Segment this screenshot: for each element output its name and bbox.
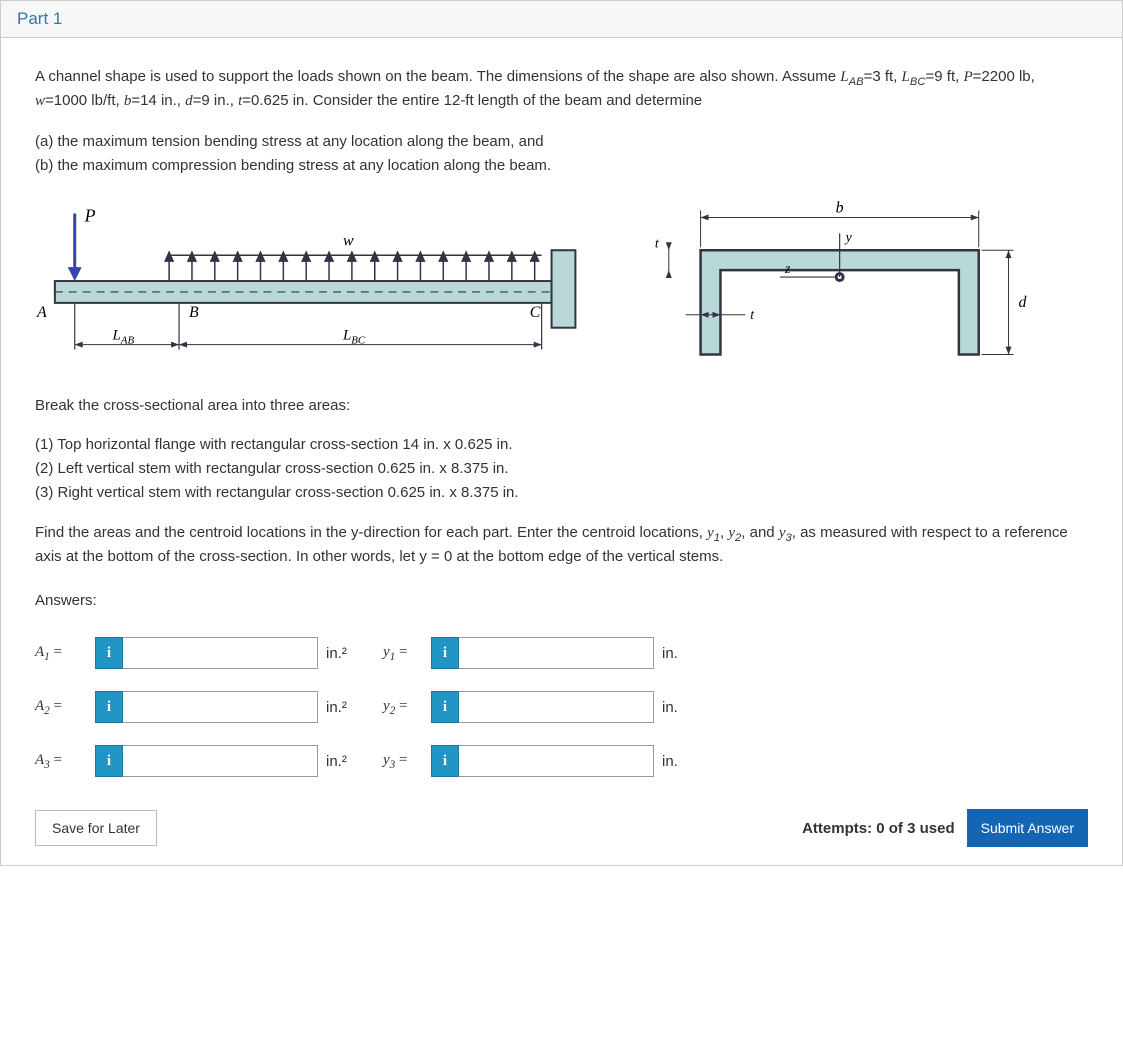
- label-t2: t: [750, 307, 755, 322]
- label-d: d: [1018, 293, 1026, 310]
- submit-answer-button[interactable]: Submit Answer: [967, 809, 1088, 847]
- info-icon[interactable]: i: [431, 745, 459, 777]
- label-b: b: [836, 199, 844, 216]
- var-label-A: A1 =: [35, 642, 95, 665]
- save-for-later-button[interactable]: Save for Later: [35, 810, 157, 846]
- unit-label: in.²: [318, 643, 383, 665]
- text: =2200 lb,: [973, 68, 1035, 85]
- unit-label: in.²: [318, 751, 383, 773]
- var-d: d: [185, 93, 193, 109]
- var-y2: y: [728, 525, 735, 541]
- area-input-2[interactable]: [123, 691, 318, 723]
- content-area: A channel shape is used to support the l…: [1, 38, 1122, 865]
- cross-section: b y z t t: [655, 199, 1027, 354]
- w-arrows: [165, 252, 539, 280]
- wall: [552, 250, 576, 327]
- footer-row: Save for Later Attempts: 0 of 3 used Sub…: [35, 809, 1088, 847]
- unit-label: in.: [654, 697, 719, 719]
- attempts-text: Attempts: 0 of 3 used: [802, 818, 955, 840]
- var-LBC-sub: BC: [910, 76, 926, 88]
- part-header: Part 1: [1, 1, 1122, 38]
- label-LAB: LAB: [111, 327, 134, 346]
- area-input-3[interactable]: [123, 745, 318, 777]
- intro-paragraph: A channel shape is used to support the l…: [35, 66, 1088, 113]
- label-t1: t: [655, 236, 660, 251]
- footer-right: Attempts: 0 of 3 used Submit Answer: [802, 809, 1088, 847]
- answers-label: Answers:: [35, 590, 1088, 612]
- answer-row: A3 =iin.²y3 =iin.: [35, 745, 1088, 777]
- subquestions: (a) the maximum tension bending stress a…: [35, 131, 1088, 177]
- centroid-input-2[interactable]: [459, 691, 654, 723]
- var-w: w: [35, 93, 45, 109]
- text: =9 in.,: [193, 92, 238, 109]
- label-LBC: LBC: [342, 327, 366, 346]
- var-y1: y: [707, 525, 714, 541]
- var-label-A: A2 =: [35, 696, 95, 719]
- item-1: (1) Top horizontal flange with rectangul…: [35, 434, 1088, 456]
- unit-label: in.: [654, 751, 719, 773]
- var-label-y: y3 =: [383, 750, 431, 773]
- sub-b: (b) the maximum compression bending stre…: [35, 155, 1088, 177]
- problem-container: Part 1 A channel shape is used to suppor…: [0, 0, 1123, 866]
- var-label-A: A3 =: [35, 750, 95, 773]
- var-LAB: L: [840, 69, 848, 85]
- item-2: (2) Left vertical stem with rectangular …: [35, 458, 1088, 480]
- text: =9 ft,: [926, 68, 964, 85]
- text: , and: [741, 524, 779, 541]
- label-y: y: [844, 230, 853, 245]
- label-B: B: [189, 303, 199, 320]
- info-icon[interactable]: i: [95, 637, 123, 669]
- sub-1: 1: [714, 532, 720, 544]
- label-z: z: [784, 262, 791, 277]
- text: =0.625 in. Consider the entire 12-ft len…: [242, 92, 702, 109]
- info-icon[interactable]: i: [431, 637, 459, 669]
- item-3: (3) Right vertical stem with rectangular…: [35, 482, 1088, 504]
- label-C: C: [530, 303, 541, 320]
- p-arrow-head: [68, 267, 82, 281]
- centroid-input-1[interactable]: [459, 637, 654, 669]
- label-w: w: [343, 232, 354, 249]
- label-A: A: [36, 303, 47, 320]
- text: =3 ft,: [864, 68, 902, 85]
- centroid-input-3[interactable]: [459, 745, 654, 777]
- text: =14 in.,: [131, 92, 185, 109]
- sub-a: (a) the maximum tension bending stress a…: [35, 131, 1088, 153]
- var-LAB-sub: AB: [849, 76, 864, 88]
- text: =1000 lb/ft,: [45, 92, 124, 109]
- area-list: (1) Top horizontal flange with rectangul…: [35, 434, 1088, 503]
- unit-label: in.: [654, 643, 719, 665]
- var-LBC: L: [902, 69, 910, 85]
- answer-rows: A1 =iin.²y1 =iin.A2 =iin.²y2 =iin.A3 =ii…: [35, 637, 1088, 777]
- var-label-y: y1 =: [383, 642, 431, 665]
- info-icon[interactable]: i: [95, 745, 123, 777]
- text: A channel shape is used to support the l…: [35, 68, 840, 85]
- break-paragraph: Break the cross-sectional area into thre…: [35, 395, 1088, 417]
- find-paragraph: Find the areas and the centroid location…: [35, 522, 1088, 568]
- unit-label: in.²: [318, 697, 383, 719]
- label-P: P: [84, 205, 96, 225]
- answer-row: A2 =iin.²y2 =iin.: [35, 691, 1088, 723]
- diagram-svg: P: [35, 195, 1088, 375]
- area-input-1[interactable]: [123, 637, 318, 669]
- text: Find the areas and the centroid location…: [35, 524, 707, 541]
- info-icon[interactable]: i: [431, 691, 459, 723]
- var-P: P: [963, 69, 972, 85]
- diagram: P: [35, 195, 1088, 375]
- info-icon[interactable]: i: [95, 691, 123, 723]
- var-label-y: y2 =: [383, 696, 431, 719]
- answer-row: A1 =iin.²y1 =iin.: [35, 637, 1088, 669]
